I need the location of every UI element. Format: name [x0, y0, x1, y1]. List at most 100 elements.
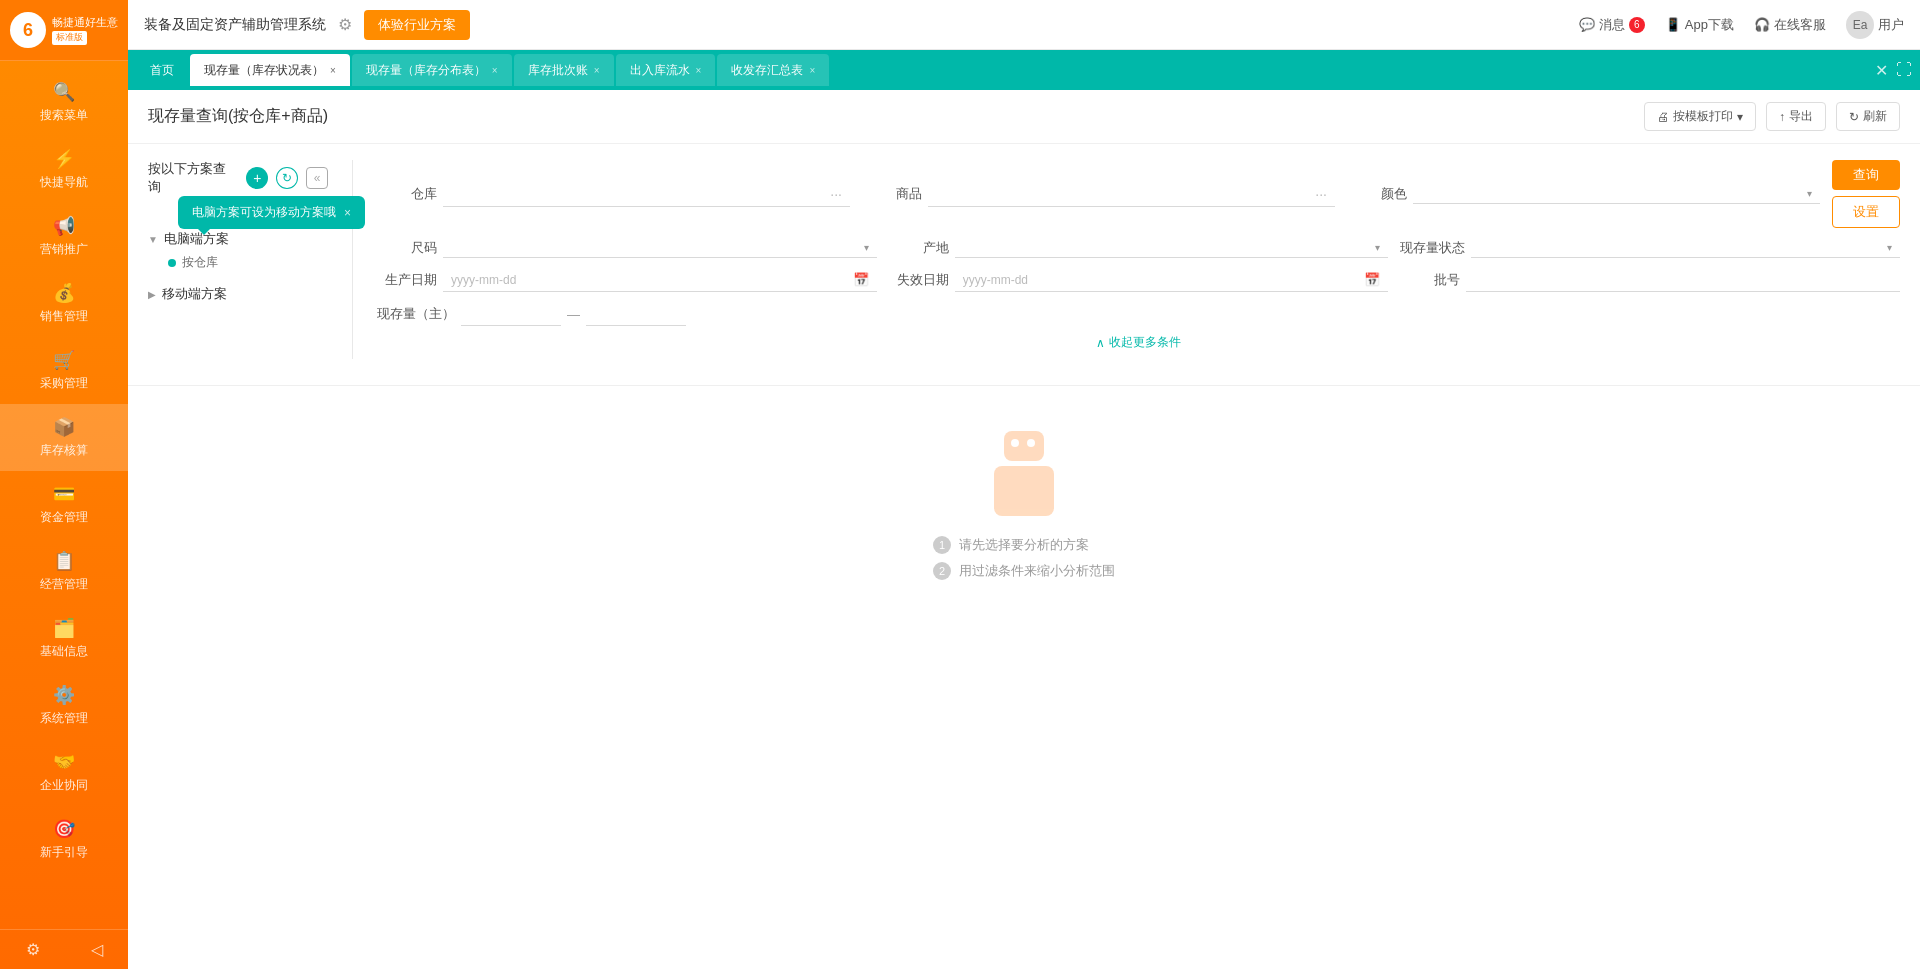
logo-badge: 标准版: [52, 31, 87, 45]
sidebar-label-search: 搜索菜单: [40, 107, 88, 124]
sidebar-item-search[interactable]: 🔍 搜索菜单: [0, 69, 128, 136]
print-btn[interactable]: 🖨 按模板打印 ▾: [1644, 102, 1756, 131]
color-select[interactable]: ▾: [1413, 184, 1820, 204]
size-select[interactable]: ▾: [443, 238, 877, 258]
tab-in-out-flow-close[interactable]: ×: [696, 65, 702, 76]
newbie-nav-icon: 🎯: [53, 818, 75, 840]
filter-add-btn[interactable]: +: [246, 167, 268, 189]
tab-home[interactable]: 首页: [136, 54, 188, 86]
warehouse-select[interactable]: ···: [443, 182, 850, 207]
dot-indicator: [168, 259, 176, 267]
sidebar-logo: 6 畅捷通好生意 标准版: [0, 0, 128, 61]
goods-dots[interactable]: ···: [1315, 186, 1327, 202]
message-item[interactable]: 💬 消息 6: [1579, 16, 1645, 34]
filter-back-btn[interactable]: «: [306, 167, 328, 189]
tab-inventory-status-label: 现存量（库存状况表）: [204, 62, 324, 79]
guide-nav-icon: ⚡: [53, 148, 75, 170]
filter-row-4: 现存量（主） —: [377, 302, 1900, 326]
expire-date-input[interactable]: yyyy-mm-dd 📅: [955, 268, 1389, 292]
batch-input[interactable]: [1466, 268, 1900, 292]
sidebar-item-marketing[interactable]: 📢 营销推广: [0, 203, 128, 270]
query-btn[interactable]: 查询: [1832, 160, 1900, 190]
filter-fields: 仓库 ··· 商品 ···: [377, 160, 1900, 359]
search-nav-icon: 🔍: [53, 81, 75, 103]
desktop-scheme-item[interactable]: ▼ 电脑端方案: [148, 226, 328, 252]
export-btn[interactable]: ↑ 导出: [1766, 102, 1826, 131]
maximize-btn[interactable]: ⛶: [1896, 61, 1912, 79]
online-service-label: 在线客服: [1774, 16, 1826, 34]
headset-icon: 🎧: [1754, 17, 1770, 32]
tab-receive-send-close[interactable]: ×: [809, 65, 815, 76]
sidebar-item-inventory[interactable]: 📦 库存核算: [0, 404, 128, 471]
warehouse-dots[interactable]: ···: [830, 186, 842, 202]
sidebar-label-coop: 企业协同: [40, 777, 88, 794]
scheme-tooltip-close[interactable]: ×: [344, 206, 351, 220]
refresh-label: 刷新: [1863, 108, 1887, 125]
sidebar-label-operation: 经营管理: [40, 576, 88, 593]
stock-status-select[interactable]: ▾: [1471, 238, 1900, 258]
expire-date-label: 失效日期: [889, 271, 949, 289]
filter-refresh-btn[interactable]: ↻: [276, 167, 298, 189]
app-download-item[interactable]: 📱 App下载: [1665, 16, 1734, 34]
scheme-tree: ▼ 电脑端方案 这里可以创建和修改方案哦 ×: [148, 226, 328, 307]
warehouse-field: 仓库 ···: [377, 182, 850, 207]
sidebar-label-guide: 快捷导航: [40, 174, 88, 191]
user-item[interactable]: Ea 用户: [1846, 11, 1904, 39]
collapse-btn[interactable]: ∧ 收起更多条件: [377, 326, 1900, 359]
prod-date-input[interactable]: yyyy-mm-dd 📅: [443, 268, 877, 292]
sidebar-item-coop[interactable]: 🤝 企业协同: [0, 739, 128, 806]
goods-select[interactable]: ···: [928, 182, 1335, 207]
refresh-icon: ↻: [1849, 110, 1859, 124]
sidebar: 6 畅捷通好生意 标准版 🔍 搜索菜单 ⚡ 快捷导航 📢 营销推广 💰 销售管理…: [0, 0, 128, 969]
stock-main-to[interactable]: [586, 302, 686, 326]
tab-inventory-dist-close[interactable]: ×: [492, 65, 498, 76]
expire-date-calendar-icon[interactable]: 📅: [1364, 272, 1380, 287]
logo-icon: 6: [10, 12, 46, 48]
sub-scheme-warehouse[interactable]: 按仓库: [168, 252, 328, 273]
filter-row-1: 仓库 ··· 商品 ···: [377, 160, 1900, 228]
basic-nav-icon: 🗂️: [53, 617, 75, 639]
filter-row-3: 生产日期 yyyy-mm-dd 📅 失效日期 yyyy-mm-dd 📅: [377, 268, 1900, 292]
stock-main-from[interactable]: [461, 302, 561, 326]
tab-batch-account[interactable]: 库存批次账 ×: [514, 54, 614, 86]
close-all-tabs-btn[interactable]: ✕: [1875, 61, 1888, 80]
tab-inventory-status[interactable]: 现存量（库存状况表） ×: [190, 54, 350, 86]
system-settings-btn[interactable]: ⚙: [338, 15, 352, 34]
tab-receive-send[interactable]: 收发存汇总表 ×: [717, 54, 829, 86]
refresh-btn[interactable]: ↻ 刷新: [1836, 102, 1900, 131]
settings-bottom-btn[interactable]: ⚙: [26, 940, 40, 959]
stock-main-label: 现存量（主）: [377, 305, 455, 323]
online-service-item[interactable]: 🎧 在线客服: [1754, 16, 1826, 34]
sidebar-item-operation[interactable]: 📋 经营管理: [0, 538, 128, 605]
sidebar-item-newbie[interactable]: 🎯 新手引导: [0, 806, 128, 873]
sidebar-item-system[interactable]: ⚙️ 系统管理: [0, 672, 128, 739]
desktop-scheme-label: 电脑端方案: [164, 230, 229, 248]
batch-label: 批号: [1400, 271, 1460, 289]
origin-select[interactable]: ▾: [955, 238, 1389, 258]
set-btn[interactable]: 设置: [1832, 196, 1900, 228]
sidebar-item-sales[interactable]: 💰 销售管理: [0, 270, 128, 337]
mobile-scheme-arrow: ▶: [148, 289, 156, 300]
tab-in-out-flow[interactable]: 出入库流水 ×: [616, 54, 716, 86]
sidebar-item-finance[interactable]: 💳 资金管理: [0, 471, 128, 538]
operation-nav-icon: 📋: [53, 550, 75, 572]
app-download-label: App下载: [1685, 16, 1734, 34]
stock-status-field: 现存量状态 ▾: [1400, 238, 1900, 258]
collapse-sidebar-btn[interactable]: ◁: [91, 940, 103, 959]
sidebar-item-basic[interactable]: 🗂️ 基础信息: [0, 605, 128, 672]
prod-date-calendar-icon[interactable]: 📅: [853, 272, 869, 287]
scheme-sub-items: 按仓库: [148, 252, 328, 273]
sidebar-item-purchase[interactable]: 🛒 采购管理: [0, 337, 128, 404]
tab-batch-account-close[interactable]: ×: [594, 65, 600, 76]
origin-field: 产地 ▾: [889, 238, 1389, 258]
topbar-left: 装备及固定资产辅助管理系统 ⚙ 体验行业方案: [144, 10, 470, 40]
trial-btn[interactable]: 体验行业方案: [364, 10, 470, 40]
expire-date-field: 失效日期 yyyy-mm-dd 📅: [889, 268, 1389, 292]
tab-inventory-status-close[interactable]: ×: [330, 65, 336, 76]
message-badge: 6: [1629, 17, 1645, 33]
sidebar-item-guide[interactable]: ⚡ 快捷导航: [0, 136, 128, 203]
mobile-scheme-item[interactable]: ▶ 移动端方案: [148, 281, 328, 307]
mobile-scheme-label: 移动端方案: [162, 285, 227, 303]
tab-inventory-dist[interactable]: 现存量（库存分布表） ×: [352, 54, 512, 86]
print-chevron: ▾: [1737, 110, 1743, 124]
